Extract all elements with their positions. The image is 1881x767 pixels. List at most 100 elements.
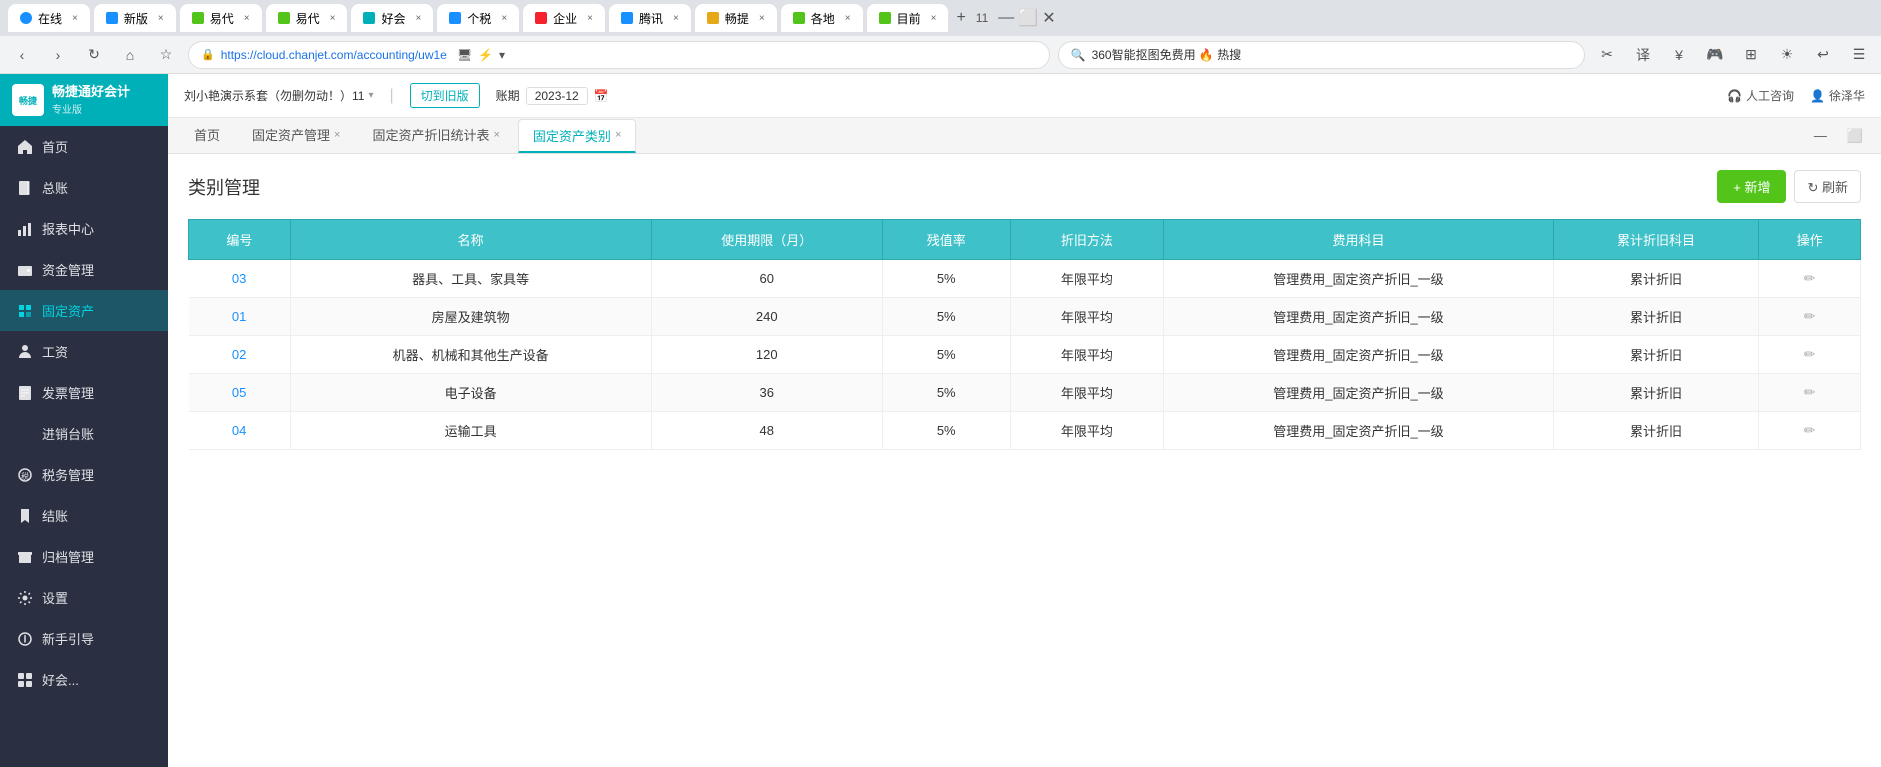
browser-tab-0[interactable]: 在线 × xyxy=(8,4,90,32)
browser-tab-3[interactable]: 易代 × xyxy=(266,4,348,32)
undo-icon[interactable]: ↩ xyxy=(1809,41,1837,69)
tab-depreciation-close[interactable]: × xyxy=(493,129,499,141)
tabs-right-controls: — ⬜ xyxy=(1808,126,1869,146)
browser-tab-6[interactable]: 企业 × xyxy=(523,4,605,32)
edit-button-2[interactable]: ✏ xyxy=(1804,346,1816,362)
cell-code-1[interactable]: 01 xyxy=(189,298,291,336)
app-header: 刘小艳演示系套（勿删勿动！）11 ▾ | 切到旧版 账期 2023-12 📅 🎧… xyxy=(168,74,1881,118)
calendar-icon[interactable]: 📅 xyxy=(594,89,609,103)
tab-close-3[interactable]: × xyxy=(330,13,336,24)
page-title-row: 类别管理 + 新增 ↻ 刷新 xyxy=(188,170,1861,203)
tab-fixed-assets-mgmt[interactable]: 固定资产管理 × xyxy=(238,119,354,152)
tab-asset-category[interactable]: 固定资产类别 × xyxy=(518,119,636,153)
sidebar-item-app[interactable]: 好会... xyxy=(0,659,168,700)
game-icon[interactable]: 🎮 xyxy=(1701,41,1729,69)
tab-assets-mgmt-close[interactable]: × xyxy=(334,129,340,141)
sidebar-item-tax[interactable]: 税 税务管理 xyxy=(0,454,168,495)
tab-home[interactable]: 首页 xyxy=(180,119,234,152)
browser-tab-1[interactable]: 新版 × xyxy=(94,4,176,32)
site-info-icon: 🖥 xyxy=(457,48,472,62)
sidebar-item-general-ledger[interactable]: 总账 xyxy=(0,167,168,208)
tab-close-7[interactable]: × xyxy=(673,13,679,24)
maximize-button[interactable]: ⬜ xyxy=(1018,8,1038,28)
customer-service-button[interactable]: 🎧 人工咨询 xyxy=(1727,87,1794,104)
sun-icon[interactable]: ☀ xyxy=(1773,41,1801,69)
grid-icon[interactable]: ⊞ xyxy=(1737,41,1765,69)
header-user[interactable]: 刘小艳演示系套（勿删勿动！）11 ▾ xyxy=(184,87,374,104)
tab-category-close[interactable]: × xyxy=(615,129,621,141)
tab-close-10[interactable]: × xyxy=(931,13,937,24)
forward-button[interactable]: › xyxy=(44,41,72,69)
browser-tab-10[interactable]: 目前 × xyxy=(867,4,949,32)
tab-label-9: 各地 xyxy=(811,10,835,27)
browser-tab-9[interactable]: 各地 × xyxy=(781,4,863,32)
edit-button-0[interactable]: ✏ xyxy=(1804,270,1816,286)
cell-code-4[interactable]: 04 xyxy=(189,412,291,450)
new-tab-button[interactable]: + xyxy=(956,9,965,27)
currency-icon[interactable]: ¥ xyxy=(1665,41,1693,69)
tab-close-2[interactable]: × xyxy=(244,13,250,24)
period-value[interactable]: 2023-12 xyxy=(526,87,588,105)
browser-tab-8[interactable]: 畅提 × xyxy=(695,4,777,32)
close-button[interactable]: ✕ xyxy=(1042,8,1055,28)
page-actions: + 新增 ↻ 刷新 xyxy=(1717,170,1861,203)
address-bar[interactable]: 🔒 https://cloud.chanjet.com/accounting/u… xyxy=(188,41,1050,69)
bookmark-button[interactable]: ☆ xyxy=(152,41,180,69)
back-button[interactable]: ‹ xyxy=(8,41,36,69)
refresh-button[interactable]: ↻ 刷新 xyxy=(1794,170,1861,203)
tab-close-4[interactable]: × xyxy=(415,13,421,24)
menu-icon[interactable]: ☰ xyxy=(1845,41,1873,69)
sidebar-item-salary[interactable]: 工资 xyxy=(0,331,168,372)
home-button[interactable]: ⌂ xyxy=(116,41,144,69)
col-code: 编号 xyxy=(189,220,291,260)
sidebar-item-settings[interactable]: 设置 xyxy=(0,577,168,618)
sidebar-item-close-book[interactable]: 结账 xyxy=(0,495,168,536)
cell-name-4: 运输工具 xyxy=(290,412,651,450)
table-row: 04 运输工具 48 5% 年限平均 管理费用_固定资产折旧_一级 累计折旧 ✏ xyxy=(189,412,1861,450)
cell-expense-4: 管理费用_固定资产折旧_一级 xyxy=(1164,412,1554,450)
tabs-minimize-button[interactable]: — xyxy=(1808,126,1833,145)
tab-close-0[interactable]: × xyxy=(72,13,78,24)
tab-count[interactable]: 11 xyxy=(970,9,994,27)
browser-tab-4[interactable]: 好会 × xyxy=(351,4,433,32)
tab-assets-mgmt-label: 固定资产管理 xyxy=(252,125,330,144)
edit-button-4[interactable]: ✏ xyxy=(1804,422,1816,438)
tabs-expand-button[interactable]: ⬜ xyxy=(1841,126,1869,146)
tab-close-5[interactable]: × xyxy=(501,13,507,24)
sidebar-item-finance[interactable]: 资金管理 xyxy=(0,249,168,290)
sidebar-item-trade[interactable]: 进销台账 xyxy=(0,413,168,454)
reload-button[interactable]: ↻ xyxy=(80,41,108,69)
cell-code-0[interactable]: 03 xyxy=(189,260,291,298)
browser-tab-2[interactable]: 易代 × xyxy=(180,4,262,32)
edit-button-3[interactable]: ✏ xyxy=(1804,384,1816,400)
edit-button-1[interactable]: ✏ xyxy=(1804,308,1816,324)
tab-label-6: 企业 xyxy=(553,10,577,27)
col-method: 折旧方法 xyxy=(1010,220,1164,260)
cell-rate-0: 5% xyxy=(882,260,1010,298)
browser-tab-7[interactable]: 腾讯 × xyxy=(609,4,691,32)
tab-depreciation-table[interactable]: 固定资产折旧统计表 × xyxy=(358,119,513,152)
sidebar-item-fixed-assets[interactable]: 固定资产 xyxy=(0,290,168,331)
sidebar-item-invoice[interactable]: 发票管理 xyxy=(0,372,168,413)
tab-close-8[interactable]: × xyxy=(759,13,765,24)
tab-favicon-8 xyxy=(707,12,719,24)
sidebar-item-guide[interactable]: 新手引导 xyxy=(0,618,168,659)
switch-version-button[interactable]: 切到旧版 xyxy=(410,83,480,108)
sidebar-item-home[interactable]: 首页 xyxy=(0,126,168,167)
translate-icon[interactable]: 译 xyxy=(1629,41,1657,69)
browser-tab-5[interactable]: 个税 × xyxy=(437,4,519,32)
sidebar-item-reports[interactable]: 报表中心 xyxy=(0,208,168,249)
cell-code-3[interactable]: 05 xyxy=(189,374,291,412)
tab-close-9[interactable]: × xyxy=(845,13,851,24)
cell-code-2[interactable]: 02 xyxy=(189,336,291,374)
tab-label-2: 易代 xyxy=(210,10,234,27)
user-info-button[interactable]: 👤 徐泽华 xyxy=(1810,87,1865,104)
sidebar-logo-icon: 畅捷 xyxy=(12,84,44,116)
sidebar-item-archive[interactable]: 归档管理 xyxy=(0,536,168,577)
minimize-button[interactable]: — xyxy=(998,9,1014,27)
add-button[interactable]: + 新增 xyxy=(1717,170,1786,203)
search-bar[interactable]: 🔍 360智能抠图免费用 🔥 热搜 xyxy=(1058,41,1585,69)
tab-close-6[interactable]: × xyxy=(587,13,593,24)
tab-close-1[interactable]: × xyxy=(158,13,164,24)
scissors-icon[interactable]: ✂ xyxy=(1593,41,1621,69)
